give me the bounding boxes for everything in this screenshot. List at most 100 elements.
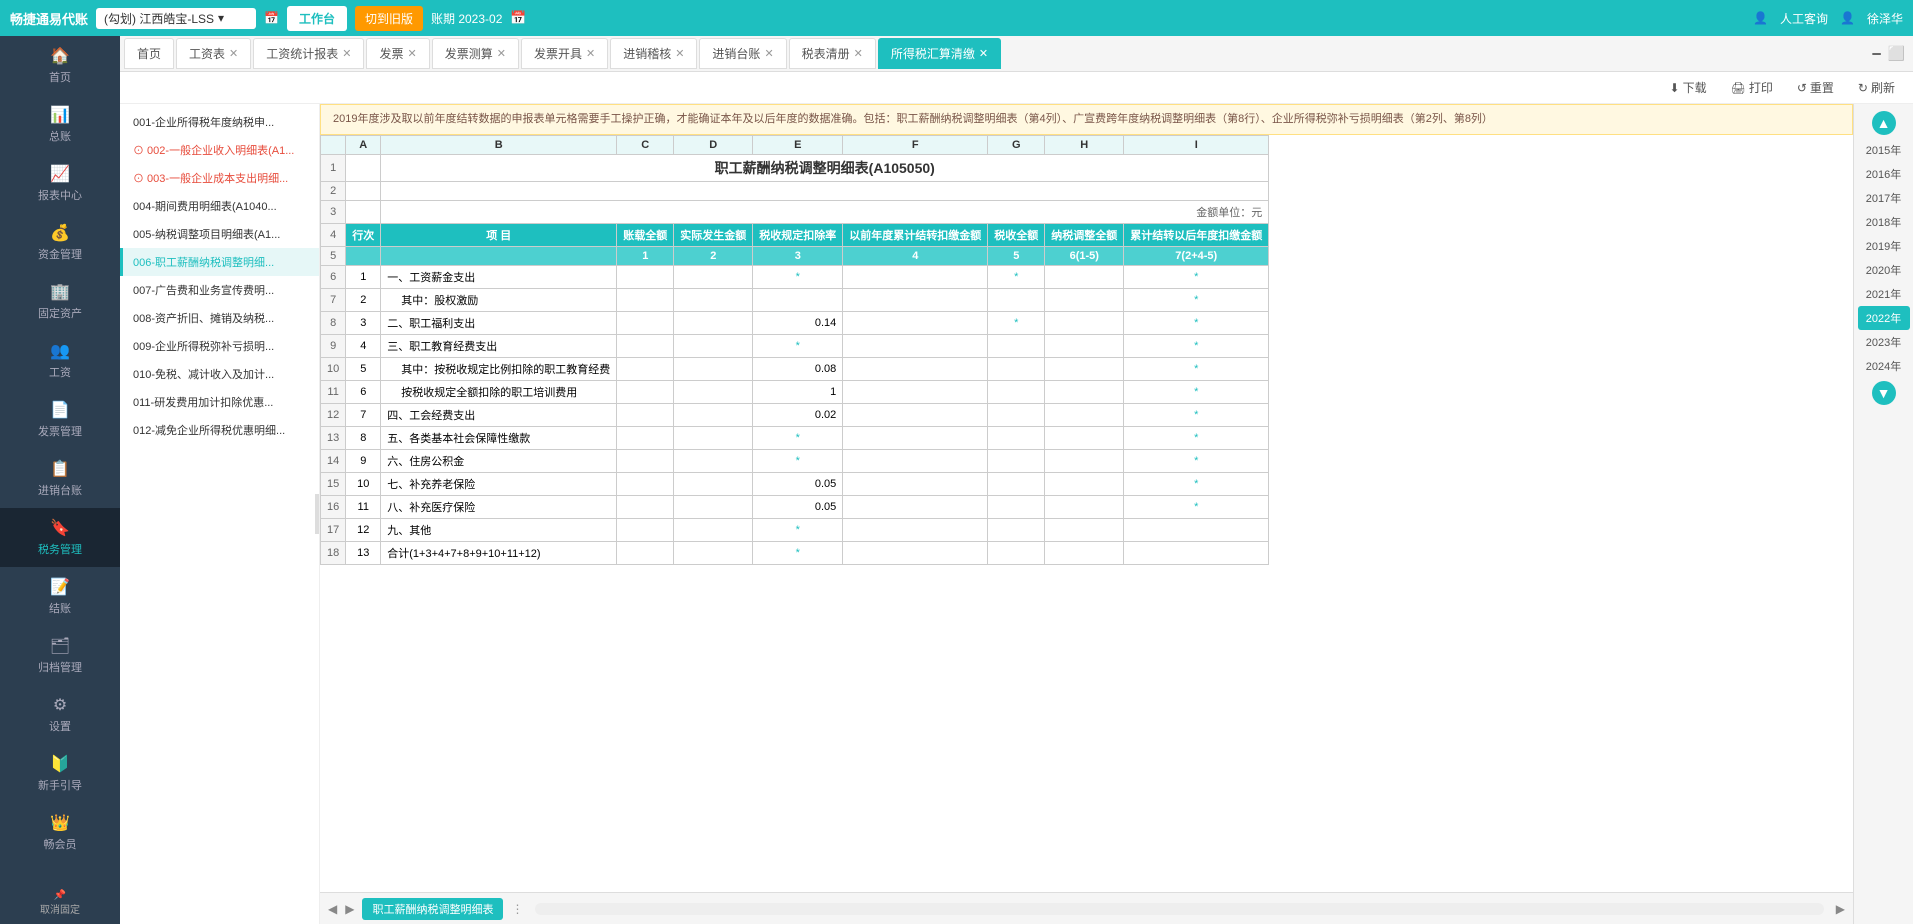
d-4[interactable] (674, 334, 753, 357)
e-3[interactable]: 0.14 (753, 311, 843, 334)
h-9[interactable] (1045, 449, 1124, 472)
tab-invoice-issue-close[interactable]: ✕ (586, 47, 595, 60)
i-10[interactable]: * (1124, 472, 1269, 495)
f-6[interactable] (843, 380, 988, 403)
e-5[interactable]: 0.08 (753, 357, 843, 380)
f-4[interactable] (843, 334, 988, 357)
label-2[interactable]: 其中：股权激励 (381, 288, 617, 311)
e-2[interactable] (753, 288, 843, 311)
tab-payroll-report[interactable]: 工资统计报表 ✕ (253, 38, 364, 69)
c-11[interactable] (617, 495, 674, 518)
tab-purchase-ledger[interactable]: 进销台账 ✕ (699, 38, 786, 69)
next-sheet-button[interactable]: ▶ (345, 902, 354, 916)
user-name[interactable]: 徐泽华 (1867, 10, 1903, 27)
year-2020[interactable]: 2020年 (1858, 258, 1910, 282)
left-panel-item-004[interactable]: 004-期间费用明细表(A1040... (120, 192, 319, 220)
e-7[interactable]: 0.02 (753, 403, 843, 426)
table-wrapper[interactable]: A B C D E F G H I (320, 135, 1853, 893)
c-9[interactable] (617, 449, 674, 472)
h-3[interactable] (1045, 311, 1124, 334)
d-8[interactable] (674, 426, 753, 449)
sidebar-item-reports[interactable]: 📈 报表中心 (0, 154, 120, 213)
c-10[interactable] (617, 472, 674, 495)
cell-2a[interactable] (346, 181, 381, 200)
h-12[interactable] (1045, 518, 1124, 541)
i-3[interactable]: * (1124, 311, 1269, 334)
e-10[interactable]: 0.05 (753, 472, 843, 495)
g-12[interactable] (988, 518, 1045, 541)
c-4[interactable] (617, 334, 674, 357)
sidebar-item-tax[interactable]: 🔖 税务管理 (0, 508, 120, 567)
f-1[interactable] (843, 265, 988, 288)
d-5[interactable] (674, 357, 753, 380)
tab-tax-book[interactable]: 税表清册 ✕ (789, 38, 876, 69)
c-2[interactable] (617, 288, 674, 311)
label-12[interactable]: 九、其他 (381, 518, 617, 541)
h-6[interactable] (1045, 380, 1124, 403)
h-5[interactable] (1045, 357, 1124, 380)
i-7[interactable]: * (1124, 403, 1269, 426)
year-2019[interactable]: 2019年 (1858, 234, 1910, 258)
sidebar-item-guide[interactable]: 🔰 新手引导 (0, 744, 120, 803)
left-panel-item-012[interactable]: 012-减免企业所得税优惠明细... (120, 416, 319, 444)
seq-13[interactable]: 13 (346, 541, 381, 564)
tab-purchase-check-close[interactable]: ✕ (675, 47, 684, 60)
i-5[interactable]: * (1124, 357, 1269, 380)
label-7[interactable]: 四、工会经费支出 (381, 403, 617, 426)
label-6[interactable]: 按税收规定全额扣除的职工培训费用 (381, 380, 617, 403)
left-panel-item-001[interactable]: 001-企业所得税年度纳税申... (120, 108, 319, 136)
f-7[interactable] (843, 403, 988, 426)
print-button[interactable]: 🖨 打印 (1725, 76, 1779, 99)
e-13[interactable]: * (753, 541, 843, 564)
sidebar-item-invoice[interactable]: 📄 发票管理 (0, 390, 120, 449)
sidebar-item-ledger[interactable]: 📊 总账 (0, 95, 120, 154)
d-7[interactable] (674, 403, 753, 426)
c-1[interactable] (617, 265, 674, 288)
d-12[interactable] (674, 518, 753, 541)
tab-invoice-close[interactable]: ✕ (408, 47, 417, 60)
i-11[interactable]: * (1124, 495, 1269, 518)
c-3[interactable] (617, 311, 674, 334)
label-1[interactable]: 一、工资薪金支出 (381, 265, 617, 288)
label-10[interactable]: 七、补充养老保险 (381, 472, 617, 495)
g-8[interactable] (988, 426, 1045, 449)
h-4[interactable] (1045, 334, 1124, 357)
seq-4[interactable]: 4 (346, 334, 381, 357)
cell-3a[interactable] (346, 200, 381, 223)
g-11[interactable] (988, 495, 1045, 518)
i-1[interactable]: * (1124, 265, 1269, 288)
prev-sheet-button[interactable]: ◀ (328, 902, 337, 916)
e-12[interactable]: * (753, 518, 843, 541)
d-13[interactable] (674, 541, 753, 564)
cell-2b[interactable] (381, 181, 1269, 200)
year-2015[interactable]: 2015年 (1858, 138, 1910, 162)
h-1[interactable] (1045, 265, 1124, 288)
seq-10[interactable]: 10 (346, 472, 381, 495)
left-panel-item-010[interactable]: 010-免税、减计收入及加计... (120, 360, 319, 388)
i-8[interactable]: * (1124, 426, 1269, 449)
f-5[interactable] (843, 357, 988, 380)
g-7[interactable] (988, 403, 1045, 426)
h-10[interactable] (1045, 472, 1124, 495)
seq-11[interactable]: 11 (346, 495, 381, 518)
h-8[interactable] (1045, 426, 1124, 449)
f-8[interactable] (843, 426, 988, 449)
left-panel-item-007[interactable]: 007-广告费和业务宣传费明... (120, 276, 319, 304)
year-2024[interactable]: 2024年 (1858, 354, 1910, 378)
f-12[interactable] (843, 518, 988, 541)
label-9[interactable]: 六、住房公积金 (381, 449, 617, 472)
g-9[interactable] (988, 449, 1045, 472)
g-4[interactable] (988, 334, 1045, 357)
tab-invoice-issue[interactable]: 发票开具 ✕ (521, 38, 608, 69)
d-3[interactable] (674, 311, 753, 334)
unpin-button[interactable]: 📌 取消固定 (0, 882, 120, 924)
sidebar-item-closing[interactable]: 📝 结账 (0, 567, 120, 626)
g-5[interactable] (988, 357, 1045, 380)
g-13[interactable] (988, 541, 1045, 564)
left-panel-item-009[interactable]: 009-企业所得税弥补亏损明... (120, 332, 319, 360)
horizontal-scrollbar[interactable] (535, 903, 1823, 915)
sheet-tab-main[interactable]: 职工薪酬纳税调整明细表 (362, 898, 503, 920)
left-panel-item-002[interactable]: ⊙ 002-一般企业收入明细表(A1... (120, 136, 319, 164)
download-button[interactable]: ⬇ 下载 (1664, 76, 1713, 99)
year-2017[interactable]: 2017年 (1858, 186, 1910, 210)
